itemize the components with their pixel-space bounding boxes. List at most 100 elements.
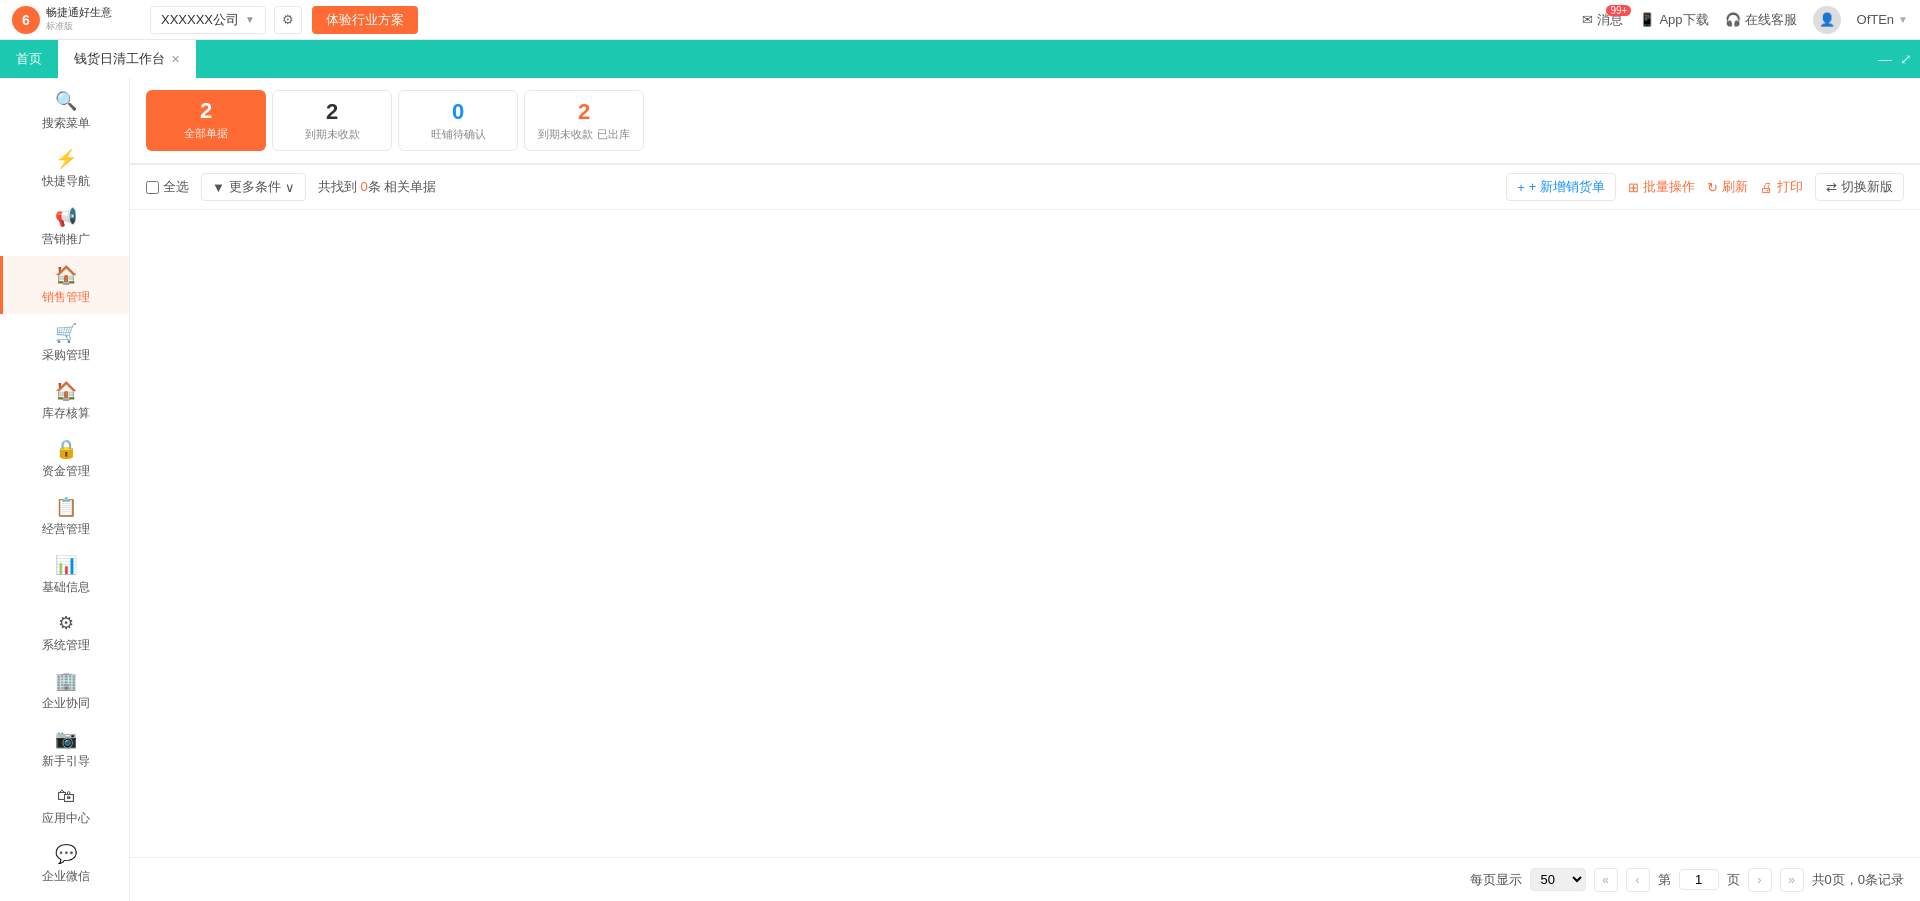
tab-work-label: 钱货日清工作台 xyxy=(74,50,165,68)
sidebar-item-marketing[interactable]: 📢 营销推广 xyxy=(0,198,129,256)
sidebar-item-wechat[interactable]: 💬 企业微信 xyxy=(0,835,129,893)
content-area: 2 全部单据 2 到期未收款 0 旺铺待确认 2 到期未收款 已出库 xyxy=(130,78,1920,901)
print-button[interactable]: 🖨 打印 xyxy=(1760,178,1803,196)
summary-section: 2 全部单据 2 到期未收款 0 旺铺待确认 2 到期未收款 已出库 xyxy=(130,78,1920,165)
sidebar-label-wechat: 企业微信 xyxy=(42,868,90,885)
nav-icon: ⚡ xyxy=(55,148,77,170)
prev-page-button[interactable]: ‹ xyxy=(1626,868,1650,892)
sidebar-label-nav: 快捷导航 xyxy=(42,173,90,190)
headset-icon: 🎧 xyxy=(1725,12,1741,27)
plus-icon: + xyxy=(1517,180,1525,195)
sidebar: 🔍 搜索菜单 ⚡ 快捷导航 📢 营销推广 🏠 销售管理 🛒 采购管理 🏠 库存核… xyxy=(0,78,130,901)
sidebar-item-basic[interactable]: 📊 基础信息 xyxy=(0,546,129,604)
minimize-icon[interactable]: — xyxy=(1878,51,1892,67)
message-badge: 99+ xyxy=(1606,5,1631,16)
batch-operation-button[interactable]: ⊞ 批量操作 xyxy=(1628,178,1695,196)
sidebar-label-purchase: 采购管理 xyxy=(42,347,90,364)
tab-close-icon[interactable]: ✕ xyxy=(171,53,180,66)
finance-icon: 🔒 xyxy=(55,438,77,460)
switch-version-button[interactable]: ⇄ 切换新版 xyxy=(1815,173,1904,201)
sidebar-label-search: 搜索菜单 xyxy=(42,115,90,132)
card-pending-label: 旺铺待确认 xyxy=(431,127,486,142)
search-icon: 🔍 xyxy=(55,90,77,112)
first-page-button[interactable]: « xyxy=(1594,868,1618,892)
chevron-icon: ∨ xyxy=(285,180,295,195)
sidebar-item-system[interactable]: ⚙ 系统管理 xyxy=(0,604,129,662)
basic-icon: 📊 xyxy=(55,554,77,576)
online-service-button[interactable]: 🎧 在线客服 xyxy=(1725,11,1797,29)
card-all-label: 全部单据 xyxy=(184,126,228,141)
company-selector[interactable]: XXXXXX公司 ▼ xyxy=(150,6,266,34)
avatar[interactable]: 👤 xyxy=(1813,6,1841,34)
sidebar-item-finance[interactable]: 🔒 资金管理 xyxy=(0,430,129,488)
settings-button[interactable]: ⚙ xyxy=(274,6,302,34)
sidebar-label-appstore: 应用中心 xyxy=(42,810,90,827)
sidebar-label-system: 系统管理 xyxy=(42,637,90,654)
message-button[interactable]: ✉ 消息 99+ xyxy=(1582,11,1623,29)
last-page-button[interactable]: » xyxy=(1780,868,1804,892)
card-all[interactable]: 2 全部单据 xyxy=(146,90,266,151)
pagination-bar: 每页显示 50 20 100 « ‹ 第 页 › » 共0页，0条记录 xyxy=(130,857,1920,901)
sidebar-item-inventory[interactable]: 🏠 库存核算 xyxy=(0,372,129,430)
appstore-icon: 🛍 xyxy=(57,786,75,807)
top-bar: 6 畅捷通好生意 标准版 XXXXXX公司 ▼ ⚙ 体验行业方案 ✉ 消息 99… xyxy=(0,0,1920,40)
refresh-icon: ↻ xyxy=(1707,180,1718,195)
user-name-display[interactable]: OfTEn ▼ xyxy=(1857,12,1908,27)
tab-work[interactable]: 钱货日清工作台 ✕ xyxy=(58,40,196,78)
sidebar-item-purchase[interactable]: 🛒 采购管理 xyxy=(0,314,129,372)
sidebar-item-member[interactable]: ✓ 畅会员 xyxy=(0,893,129,901)
first-page-icon: « xyxy=(1602,873,1609,887)
app-download-button[interactable]: 📱 App下载 xyxy=(1639,11,1708,29)
app-name: 畅捷通好生意 xyxy=(46,6,112,19)
sidebar-item-guide[interactable]: 📷 新手引导 xyxy=(0,720,129,778)
select-all-checkbox[interactable]: 全选 xyxy=(146,178,189,196)
main-layout: 🔍 搜索菜单 ⚡ 快捷导航 📢 营销推广 🏠 销售管理 🛒 采购管理 🏠 库存核… xyxy=(0,78,1920,901)
trial-button[interactable]: 体验行业方案 xyxy=(312,6,418,34)
card-pending-number: 0 xyxy=(452,99,464,125)
card-overdue-label: 到期未收款 xyxy=(305,127,360,142)
sidebar-label-finance: 资金管理 xyxy=(42,463,90,480)
sidebar-item-nav[interactable]: ⚡ 快捷导航 xyxy=(0,140,129,198)
filter-icon: ▼ xyxy=(212,180,225,195)
sidebar-item-appstore[interactable]: 🛍 应用中心 xyxy=(0,778,129,835)
sidebar-item-sales[interactable]: 🏠 销售管理 xyxy=(0,256,129,314)
page-number-input[interactable] xyxy=(1679,869,1719,890)
card-overdue-number: 2 xyxy=(326,99,338,125)
batch-icon: ⊞ xyxy=(1628,180,1639,195)
chevron-down-icon-user: ▼ xyxy=(1898,14,1908,25)
sidebar-label-sales: 销售管理 xyxy=(42,289,90,306)
message-icon: ✉ xyxy=(1582,12,1593,27)
next-page-button[interactable]: › xyxy=(1748,868,1772,892)
print-icon: 🖨 xyxy=(1760,180,1773,195)
card-overdue-out-label: 到期未收款 已出库 xyxy=(538,127,629,142)
inventory-icon: 🏠 xyxy=(55,380,77,402)
chevron-down-icon: ▼ xyxy=(245,14,255,25)
select-all-input[interactable] xyxy=(146,181,159,194)
sidebar-item-enterprise[interactable]: 🏢 企业协同 xyxy=(0,662,129,720)
logo-area: 6 畅捷通好生意 标准版 xyxy=(12,6,142,34)
add-sale-button[interactable]: + + 新增销货单 xyxy=(1506,173,1616,201)
card-pending[interactable]: 0 旺铺待确认 xyxy=(398,90,518,151)
operation-icon: 📋 xyxy=(55,496,77,518)
sales-icon: 🏠 xyxy=(55,264,77,286)
empty-state xyxy=(130,210,1920,857)
select-all-label: 全选 xyxy=(163,178,189,196)
phone-icon: 📱 xyxy=(1639,12,1655,27)
sidebar-label-inventory: 库存核算 xyxy=(42,405,90,422)
expand-icon[interactable]: ⤢ xyxy=(1900,51,1912,67)
sidebar-item-operation[interactable]: 📋 经营管理 xyxy=(0,488,129,546)
card-overdue-out-number: 2 xyxy=(578,99,590,125)
more-filters-button[interactable]: ▼ 更多条件 ∨ xyxy=(201,173,306,201)
logo-icon: 6 xyxy=(12,6,40,34)
sidebar-label-operation: 经营管理 xyxy=(42,521,90,538)
sidebar-item-search[interactable]: 🔍 搜索菜单 xyxy=(0,82,129,140)
last-page-icon: » xyxy=(1788,873,1795,887)
card-overdue-out[interactable]: 2 到期未收款 已出库 xyxy=(524,90,644,151)
card-overdue[interactable]: 2 到期未收款 xyxy=(272,90,392,151)
tab-home[interactable]: 首页 xyxy=(0,40,58,78)
sidebar-label-guide: 新手引导 xyxy=(42,753,90,770)
per-page-label: 每页显示 xyxy=(1470,871,1522,889)
per-page-select[interactable]: 50 20 100 xyxy=(1530,868,1586,891)
refresh-button[interactable]: ↻ 刷新 xyxy=(1707,178,1748,196)
summary-cards: 2 全部单据 2 到期未收款 0 旺铺待确认 2 到期未收款 已出库 xyxy=(130,78,1920,164)
